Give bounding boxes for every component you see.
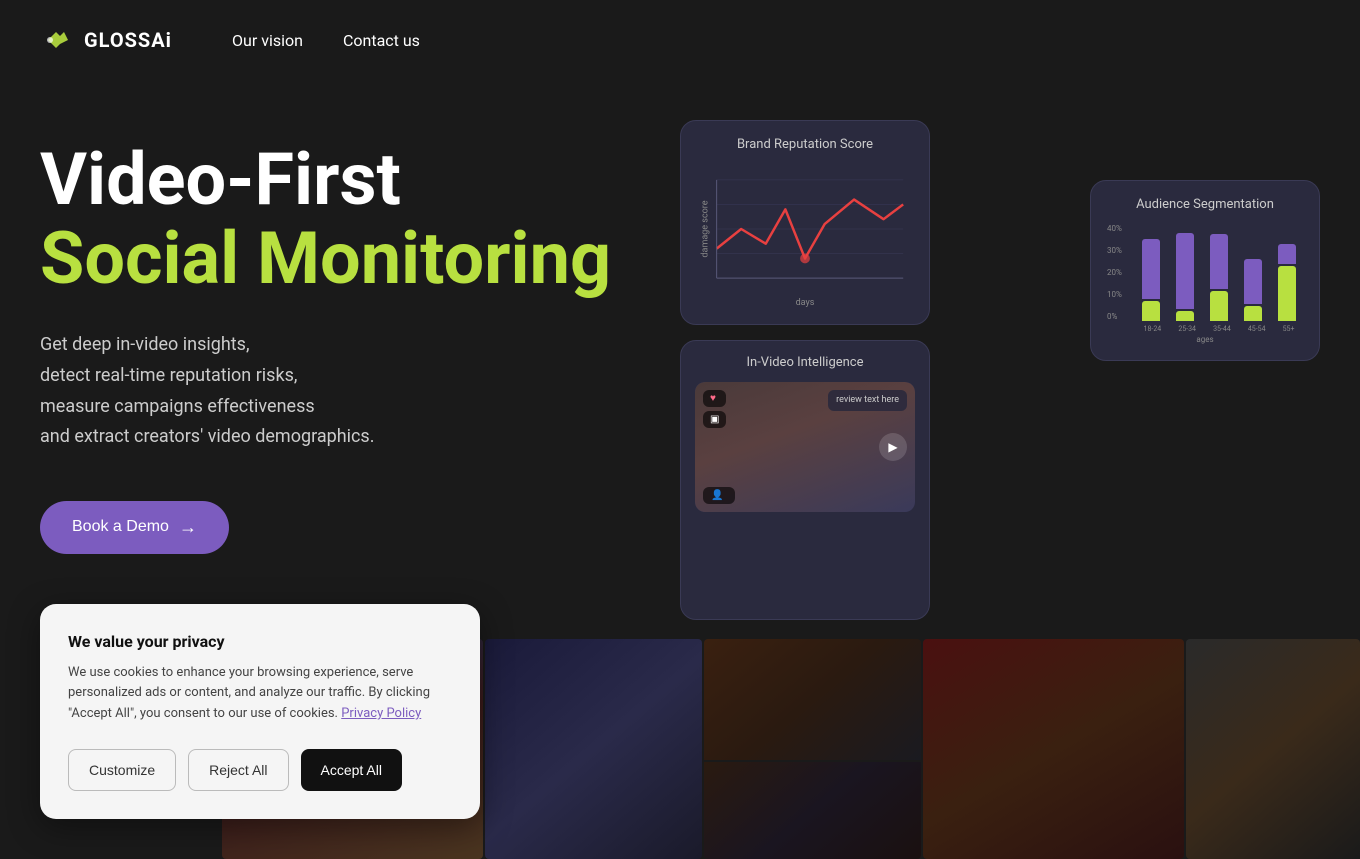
- book-demo-label: Book a Demo: [72, 518, 169, 536]
- hero-text: Video-First Social Monitoring Get deep i…: [40, 120, 620, 554]
- heart-icon: ♥: [710, 393, 716, 404]
- bar-group-45-54: [1244, 259, 1262, 321]
- bar-purple-45-54: [1244, 259, 1262, 304]
- bar-purple-18-24: [1142, 239, 1160, 299]
- hero-desc-line4: and extract creators' video demographics…: [40, 422, 620, 453]
- audience-seg-title: Audience Segmentation: [1107, 197, 1303, 212]
- bar-green-18-24: [1142, 301, 1160, 321]
- chart-x-label: days: [697, 298, 913, 308]
- invideo-title: In-Video Intelligence: [695, 355, 915, 370]
- invideo-card: In-Video Intelligence ♥ ▣ 👤 ▶: [680, 340, 930, 620]
- brand-rep-chart: damage score: [697, 164, 913, 294]
- book-demo-button[interactable]: Book a Demo →: [40, 501, 229, 554]
- brand-rep-title: Brand Reputation Score: [697, 137, 913, 152]
- privacy-policy-link[interactable]: Privacy Policy: [341, 706, 421, 721]
- invideo-text-bubble: review text here: [828, 390, 907, 411]
- y-label-40: 40%: [1107, 224, 1122, 233]
- play-button[interactable]: ▶: [879, 433, 907, 461]
- x-label-45-54: 45-54: [1248, 325, 1266, 333]
- bar-purple-55plus: [1278, 244, 1296, 264]
- accept-all-button[interactable]: Accept All: [301, 749, 402, 791]
- invideo-overlay: ♥ ▣: [703, 390, 726, 428]
- x-label-25-34: 25-34: [1178, 325, 1196, 333]
- chart-y-label: damage score: [701, 200, 711, 257]
- x-label-35-44: 35-44: [1213, 325, 1231, 333]
- bar-group-35-44: [1210, 234, 1228, 321]
- x-label-18-24: 18-24: [1144, 325, 1162, 333]
- info-icon: ▣: [710, 414, 719, 425]
- video-thumb-5: [1186, 639, 1360, 859]
- logo[interactable]: GLOSSAi: [40, 22, 172, 58]
- arrow-right-icon: →: [179, 517, 197, 538]
- logo-text: GLOSSAi: [84, 28, 172, 52]
- y-label-0: 0%: [1107, 312, 1122, 321]
- logo-icon: [40, 22, 76, 58]
- invideo-thumbnail: ♥ ▣ 👤 ▶ review text here: [695, 382, 915, 512]
- hero-desc-line1: Get deep in-video insights,: [40, 330, 620, 361]
- bar-chart-x-axis-label: ages: [1107, 335, 1303, 344]
- navbar: GLOSSAi Our vision Contact us: [0, 0, 1360, 80]
- hero-visuals: Brand Reputation Score damage score: [680, 120, 1320, 640]
- hero-title-line1: Video-First: [40, 140, 620, 219]
- y-label-20: 20%: [1107, 268, 1122, 277]
- hero-title-line2: Social Monitoring: [40, 219, 620, 298]
- video-thumb-2: [485, 639, 702, 859]
- bar-purple-25-34: [1176, 233, 1194, 309]
- invideo-tag-info: ▣: [703, 411, 726, 428]
- hero-title: Video-First Social Monitoring: [40, 140, 620, 298]
- audience-seg-card: Audience Segmentation 40% 30% 20% 10% 0%: [1090, 180, 1320, 361]
- bar-group-18-24: [1142, 239, 1160, 321]
- invideo-tag-heart: ♥: [703, 390, 726, 407]
- bar-group-25-34: [1176, 233, 1194, 321]
- nav-links: Our vision Contact us: [232, 31, 420, 50]
- invideo-person-tag: 👤: [703, 487, 735, 504]
- hero-desc-line3: measure campaigns effectiveness: [40, 392, 620, 423]
- video-thumb-3b: [704, 762, 921, 859]
- nav-our-vision[interactable]: Our vision: [232, 31, 303, 50]
- person-icon: 👤: [711, 490, 723, 501]
- cookie-buttons: Customize Reject All Accept All: [68, 749, 452, 791]
- bar-purple-35-44: [1210, 234, 1228, 289]
- y-label-30: 30%: [1107, 246, 1122, 255]
- bar-chart-area: 40% 30% 20% 10% 0%: [1107, 224, 1303, 344]
- x-label-55plus: 55+: [1283, 325, 1295, 333]
- brand-rep-card: Brand Reputation Score damage score: [680, 120, 930, 325]
- video-thumb-4: [923, 639, 1184, 859]
- line-chart-svg: [697, 164, 913, 294]
- customize-button[interactable]: Customize: [68, 749, 176, 791]
- hero-section: Video-First Social Monitoring Get deep i…: [0, 80, 1360, 680]
- cookie-popup: We value your privacy We use cookies to …: [40, 604, 480, 819]
- cookie-title: We value your privacy: [68, 632, 452, 651]
- hero-description: Get deep in-video insights, detect real-…: [40, 330, 620, 452]
- reject-all-button[interactable]: Reject All: [188, 749, 288, 791]
- bar-green-55plus: [1278, 266, 1296, 321]
- bar-green-25-34: [1176, 311, 1194, 321]
- nav-contact-us[interactable]: Contact us: [343, 31, 420, 50]
- bar-green-45-54: [1244, 306, 1262, 321]
- video-col-3: [704, 639, 921, 859]
- hero-desc-line2: detect real-time reputation risks,: [40, 361, 620, 392]
- cookie-body: We use cookies to enhance your browsing …: [68, 663, 452, 725]
- bar-group-55plus: [1278, 244, 1296, 321]
- video-thumb-3a: [704, 639, 921, 760]
- y-label-10: 10%: [1107, 290, 1122, 299]
- bar-green-35-44: [1210, 291, 1228, 321]
